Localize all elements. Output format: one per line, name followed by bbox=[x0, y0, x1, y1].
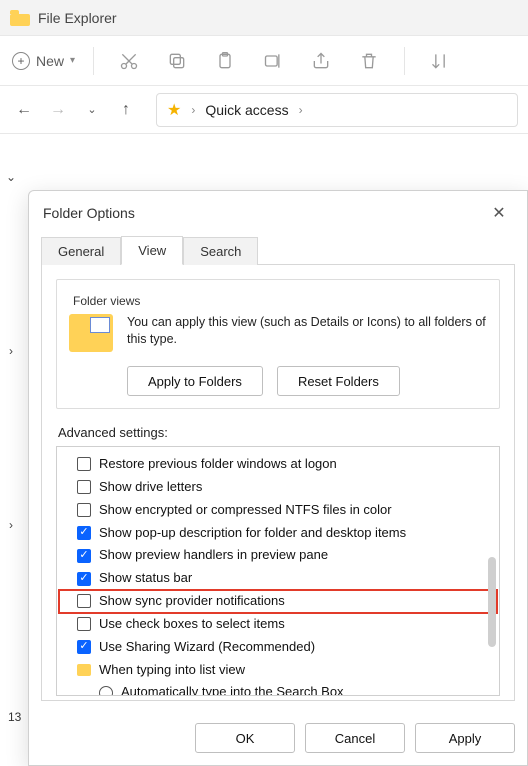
scissors-icon bbox=[119, 51, 139, 71]
folder-icon bbox=[77, 664, 91, 676]
rename-button[interactable] bbox=[256, 51, 290, 71]
plus-icon: + bbox=[12, 52, 30, 70]
setting-sync-notifications[interactable]: Show sync provider notifications bbox=[59, 590, 497, 613]
checkbox-icon[interactable] bbox=[77, 457, 91, 471]
reset-folders-button[interactable]: Reset Folders bbox=[277, 366, 400, 396]
folder-views-group: Folder views You can apply this view (su… bbox=[56, 279, 500, 409]
tab-strip: General View Search bbox=[29, 235, 527, 264]
nav-bar: ← → ⌄ ↑ ★ › Quick access › bbox=[0, 86, 528, 134]
up-button[interactable]: ↑ bbox=[112, 96, 140, 124]
chevron-right-icon[interactable]: › bbox=[0, 344, 22, 358]
group-legend: Folder views bbox=[69, 294, 144, 308]
copy-icon bbox=[167, 51, 187, 71]
star-icon: ★ bbox=[167, 100, 181, 120]
ribbon-toolbar: + New ▾ bbox=[0, 36, 528, 86]
advanced-settings-label: Advanced settings: bbox=[58, 425, 500, 440]
folder-view-icon bbox=[69, 314, 113, 352]
share-button[interactable] bbox=[304, 51, 338, 71]
paste-button[interactable] bbox=[208, 51, 242, 71]
back-button[interactable]: ← bbox=[10, 96, 38, 124]
setting-sharing-wizard[interactable]: ✓Use Sharing Wizard (Recommended) bbox=[59, 636, 497, 659]
tab-view[interactable]: View bbox=[121, 236, 183, 265]
chevron-down-icon[interactable]: ⌄ bbox=[0, 170, 22, 184]
setting-drive-letters[interactable]: Show drive letters bbox=[59, 476, 497, 499]
radio-icon[interactable] bbox=[99, 686, 113, 696]
titlebar: File Explorer bbox=[0, 0, 528, 36]
item-count: 13 bbox=[8, 710, 21, 724]
checkbox-icon[interactable]: ✓ bbox=[77, 572, 91, 586]
rename-icon bbox=[263, 51, 283, 71]
setting-popup-desc[interactable]: ✓Show pop-up description for folder and … bbox=[59, 522, 497, 545]
folder-options-dialog: Folder Options ✕ General View Search Fol… bbox=[28, 190, 528, 766]
apply-button[interactable]: Apply bbox=[415, 723, 515, 753]
share-icon bbox=[311, 51, 331, 71]
dialog-titlebar: Folder Options ✕ bbox=[29, 191, 527, 235]
scrollbar-thumb[interactable] bbox=[488, 557, 496, 647]
dialog-title: Folder Options bbox=[43, 205, 135, 221]
app-title: File Explorer bbox=[38, 10, 117, 26]
setting-status-bar[interactable]: ✓Show status bar bbox=[59, 567, 497, 590]
forward-button[interactable]: → bbox=[44, 96, 72, 124]
setting-ntfs-color[interactable]: Show encrypted or compressed NTFS files … bbox=[59, 499, 497, 522]
checkbox-icon[interactable] bbox=[77, 480, 91, 494]
tab-search[interactable]: Search bbox=[183, 237, 258, 265]
tab-panel-view: Folder views You can apply this view (su… bbox=[41, 264, 515, 701]
nav-pane-collapsed: ⌄ › › bbox=[0, 170, 22, 532]
delete-button[interactable] bbox=[352, 51, 386, 71]
apply-to-folders-button[interactable]: Apply to Folders bbox=[127, 366, 263, 396]
dialog-footer: OK Cancel Apply bbox=[29, 713, 527, 765]
chevron-down-icon: ▾ bbox=[70, 55, 75, 66]
clipboard-icon bbox=[215, 51, 235, 71]
advanced-settings-list[interactable]: Restore previous folder windows at logon… bbox=[56, 446, 500, 696]
setting-preview-handlers[interactable]: ✓Show preview handlers in preview pane bbox=[59, 544, 497, 567]
tab-general[interactable]: General bbox=[41, 237, 121, 265]
copy-button[interactable] bbox=[160, 51, 194, 71]
checkbox-icon[interactable] bbox=[77, 594, 91, 608]
setting-use-checkboxes[interactable]: Use check boxes to select items bbox=[59, 613, 497, 636]
checkbox-icon[interactable]: ✓ bbox=[77, 526, 91, 540]
checkbox-icon[interactable] bbox=[77, 503, 91, 517]
chevron-right-icon: › bbox=[191, 103, 195, 117]
ok-button[interactable]: OK bbox=[195, 723, 295, 753]
checkbox-icon[interactable]: ✓ bbox=[77, 549, 91, 563]
setting-auto-search[interactable]: Automatically type into the Search Box bbox=[59, 681, 497, 696]
checkbox-icon[interactable]: ✓ bbox=[77, 640, 91, 654]
new-button[interactable]: + New ▾ bbox=[12, 52, 75, 70]
address-bar[interactable]: ★ › Quick access › bbox=[156, 93, 518, 127]
setting-typing-group[interactable]: When typing into list view bbox=[59, 659, 497, 682]
new-button-label: New bbox=[36, 53, 64, 69]
setting-restore-windows[interactable]: Restore previous folder windows at logon bbox=[59, 453, 497, 476]
checkbox-icon[interactable] bbox=[77, 617, 91, 631]
sort-button[interactable] bbox=[423, 51, 457, 71]
folder-icon bbox=[10, 10, 30, 26]
sort-icon bbox=[430, 51, 450, 71]
trash-icon bbox=[359, 51, 379, 71]
chevron-right-icon[interactable]: › bbox=[0, 518, 22, 532]
close-button[interactable]: ✕ bbox=[485, 199, 513, 227]
chevron-right-icon: › bbox=[299, 103, 303, 117]
cut-button[interactable] bbox=[112, 51, 146, 71]
separator bbox=[404, 47, 405, 75]
separator bbox=[93, 47, 94, 75]
cancel-button[interactable]: Cancel bbox=[305, 723, 405, 753]
recent-dropdown[interactable]: ⌄ bbox=[78, 96, 106, 124]
folder-views-desc: You can apply this view (such as Details… bbox=[127, 314, 487, 348]
breadcrumb[interactable]: Quick access bbox=[205, 102, 288, 118]
